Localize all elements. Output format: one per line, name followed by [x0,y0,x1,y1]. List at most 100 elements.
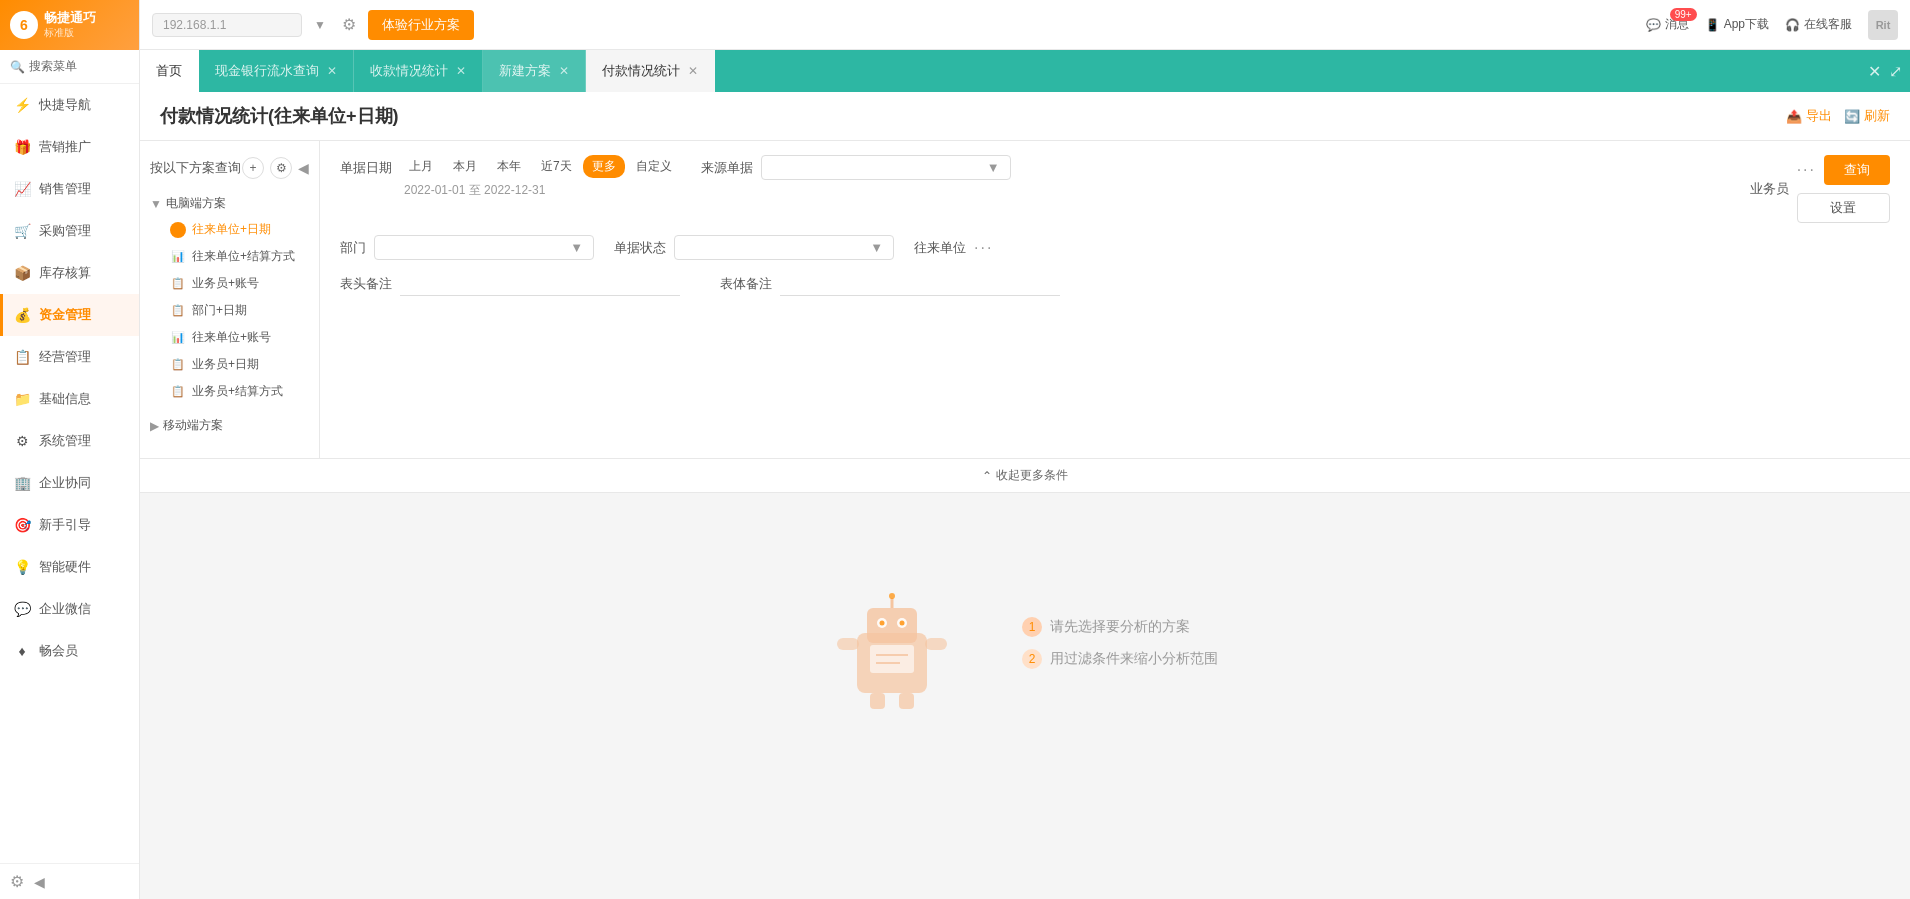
source-field: 来源单据 ▼ [701,155,1730,180]
user-avatar[interactable]: Rit [1868,10,1898,40]
empty-state: 1 请先选择要分析的方案 2 用过滤条件来缩小分析范围 [832,593,1218,693]
refresh-button[interactable]: 🔄 刷新 [1844,107,1890,125]
sidebar-item-jingying[interactable]: 📋 经营管理 [0,336,139,378]
date-field: 单据日期 上月 本月 本年 近7天 更多 自定义 [340,155,681,199]
tab-close-all[interactable]: ✕ [1868,62,1881,81]
date-btn-last-month[interactable]: 上月 [400,155,442,178]
status-field: 单据状态 ▼ [614,235,894,260]
online-service-action[interactable]: 🎧 在线客服 [1785,16,1852,33]
scheme-item-staff-account[interactable]: 📋 业务员+账号 [166,270,309,297]
date-btn-this-month[interactable]: 本月 [444,155,486,178]
messages-action[interactable]: 💬 消息 99+ [1646,16,1689,33]
sidebar-item-kucun[interactable]: 📦 库存核算 [0,252,139,294]
svg-rect-10 [837,638,859,650]
date-buttons: 上月 本月 本年 近7天 更多 自定义 [400,155,681,178]
sidebar-item-caigou[interactable]: 🛒 采购管理 [0,210,139,252]
staff-label: 业务员 [1750,180,1789,198]
trial-button[interactable]: 体验行业方案 [368,10,474,40]
scheme-item-staff-date[interactable]: 📋 业务员+日期 [166,351,309,378]
table-icon-4: 📋 [170,384,186,400]
head-note-input[interactable] [400,272,680,296]
tab-close-income[interactable]: ✕ [456,64,466,78]
add-scheme-btn[interactable]: + [242,157,264,179]
tab-maximize[interactable]: ⤢ [1889,62,1902,81]
date-btn-custom[interactable]: 自定义 [627,155,681,178]
sidebar-item-xitong[interactable]: ⚙ 系统管理 [0,420,139,462]
empty-tips: 1 请先选择要分析的方案 2 用过滤条件来缩小分析范围 [1022,617,1218,669]
pc-section-header[interactable]: ▼ 电脑端方案 [150,191,309,216]
staff-dots[interactable]: ··· [1797,161,1816,179]
collapse-sidebar-icon[interactable]: ◀ [34,874,45,890]
body-note-label: 表体备注 [720,275,772,293]
message-icon: 💬 [1646,18,1661,32]
nav-icon-kuaijie: ⚡ [13,96,31,114]
page-content: 付款情况统计(往来单位+日期) 📤 导出 🔄 刷新 [140,92,1910,899]
tab-bank[interactable]: 现金银行流水查询 ✕ [199,50,354,92]
empty-tip-2: 2 用过滤条件来缩小分析范围 [1022,649,1218,669]
pc-section-arrow: ▼ [150,197,162,211]
sidebar-item-yingxiao[interactable]: 🎁 营销推广 [0,126,139,168]
dept-field: 部门 ▼ [340,235,594,260]
export-button[interactable]: 📤 导出 [1786,107,1832,125]
body-note-field: 表体备注 [720,272,1060,296]
app-download-action[interactable]: 📱 App下载 [1705,16,1769,33]
scheme-item-dept-date[interactable]: 📋 部门+日期 [166,297,309,324]
scheme-item-staff-settle[interactable]: 📋 业务员+结算方式 [166,378,309,405]
filter-row-1: 单据日期 上月 本月 本年 近7天 更多 自定义 [340,155,1890,223]
sidebar-header: 6 畅捷通巧 标准版 [0,0,139,50]
scheme-item-unit-date[interactable]: 往来单位+日期 [166,216,309,243]
date-options: 上月 本月 本年 近7天 更多 自定义 2022-01-01 至 2022-12… [400,155,681,199]
manage-scheme-btn[interactable]: ⚙ [270,157,292,179]
tab-income[interactable]: 收款情况统计 ✕ [354,50,483,92]
query-button[interactable]: 查询 [1824,155,1890,185]
search-menu[interactable]: 🔍 搜索菜单 [0,50,139,84]
tab-close-new[interactable]: ✕ [559,64,569,78]
settings-btn-top[interactable]: ⚙ [338,11,360,38]
filter-fields: 单据日期 上月 本月 本年 近7天 更多 自定义 [320,141,1910,458]
dept-select[interactable]: ▼ [374,235,594,260]
sidebar-item-chang[interactable]: ♦ 畅会员 [0,630,139,672]
tab-new[interactable]: 新建方案 ✕ [483,50,586,92]
settings-icon[interactable]: ⚙ [10,872,24,891]
nav-icon-chang: ♦ [13,642,31,660]
tab-close-payment[interactable]: ✕ [688,64,698,78]
sidebar-item-xinshou[interactable]: 🎯 新手引导 [0,504,139,546]
logo-text: 畅捷通巧 标准版 [44,10,96,40]
source-select[interactable]: ▼ [761,155,1011,180]
date-btn-this-year[interactable]: 本年 [488,155,530,178]
body-note-input[interactable] [780,272,1060,296]
main-content: 192.168.1.1 ▼ ⚙ 体验行业方案 💬 消息 99+ 📱 App下载 … [140,0,1910,899]
collapse-scheme-btn[interactable]: ◀ [298,160,309,176]
nav-icon-caigou: 🛒 [13,222,31,240]
nav-icon-xitong: ⚙ [13,432,31,450]
mobile-section-header[interactable]: ▶ 移动端方案 [150,413,309,438]
date-btn-7days[interactable]: 近7天 [532,155,581,178]
scheme-panel: 按以下方案查询 + ⚙ ◀ ▼ 电脑端方案 [140,141,320,458]
date-btn-more[interactable]: 更多 [583,155,625,178]
sidebar-item-qiye[interactable]: 🏢 企业协同 [0,462,139,504]
tab-close-bank[interactable]: ✕ [327,64,337,78]
tab-end-buttons: ✕ ⤢ [1860,50,1910,92]
sidebar-item-xiaoshou[interactable]: 📈 销售管理 [0,168,139,210]
filter-row-2: 部门 ▼ 单据状态 ▼ [340,235,1890,260]
collapse-more-bar: ⌃ 收起更多条件 [140,459,1910,493]
tab-home[interactable]: 首页 [140,50,199,92]
scheme-item-unit-account[interactable]: 📊 往来单位+账号 [166,324,309,351]
scheme-item-unit-settle[interactable]: 📊 往来单位+结算方式 [166,243,309,270]
tab-payment[interactable]: 付款情况统计 ✕ [586,50,715,92]
status-select[interactable]: ▼ [674,235,894,260]
sidebar-item-zijin[interactable]: 💰 资金管理 [0,294,139,336]
sidebar-item-kuaijie[interactable]: ⚡ 快捷导航 [0,84,139,126]
settings-button[interactable]: 设置 [1797,193,1890,223]
sidebar-item-jichu[interactable]: 📁 基础信息 [0,378,139,420]
sidebar-item-weixin[interactable]: 💬 企业微信 [0,588,139,630]
nav-icon-qiye: 🏢 [13,474,31,492]
partner-dots[interactable]: ··· [974,239,993,257]
collapse-more-btn[interactable]: ⌃ 收起更多条件 [982,467,1068,484]
dept-dropdown-icon: ▼ [570,240,583,255]
staff-input-row: ··· 查询 [1797,155,1890,185]
sidebar-item-zhinen[interactable]: 💡 智能硬件 [0,546,139,588]
top-bar-right: 💬 消息 99+ 📱 App下载 🎧 在线客服 Rit [1646,10,1898,40]
address-bar[interactable]: 192.168.1.1 [152,13,302,37]
nav-dropdown-btn[interactable]: ▼ [310,14,330,36]
